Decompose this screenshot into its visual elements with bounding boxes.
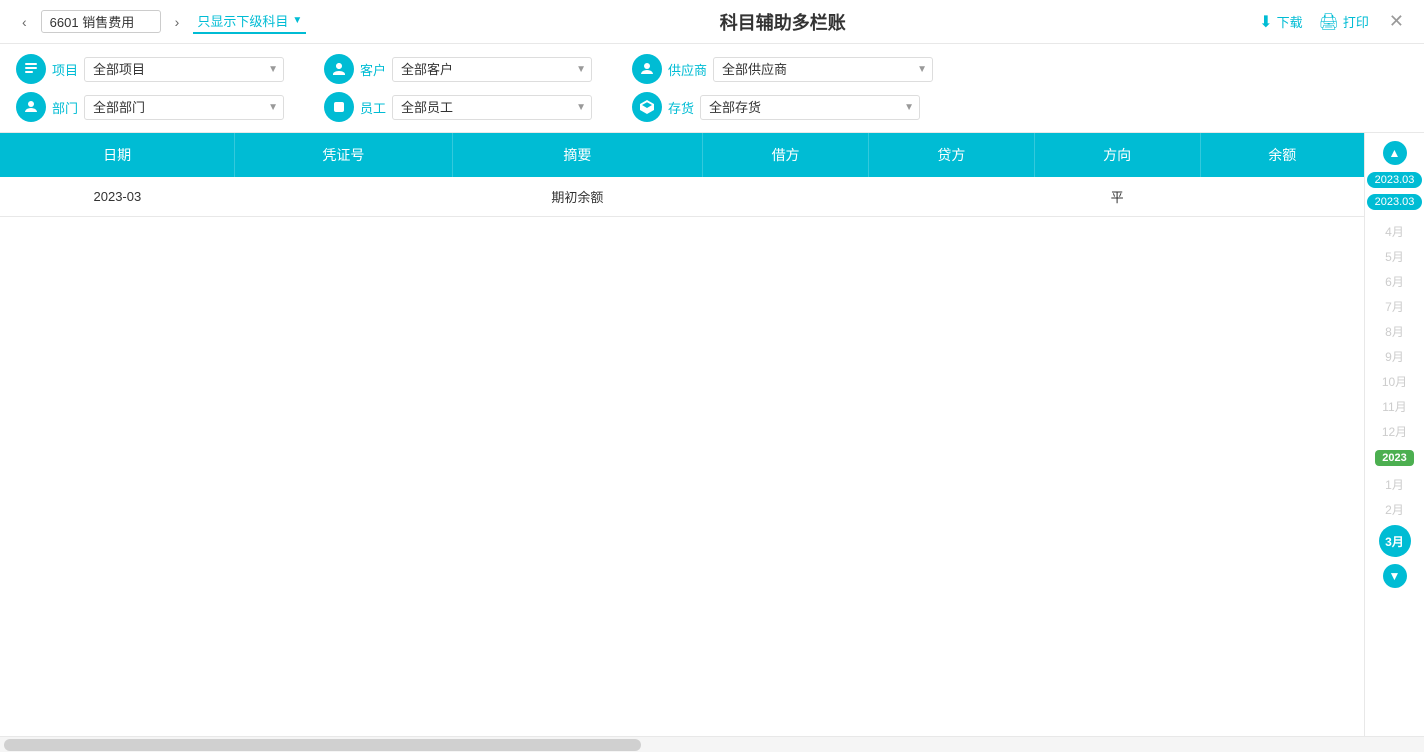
month-pill-2023-03-first[interactable]: 2023.03	[1367, 172, 1423, 188]
show-sub-button[interactable]: 只显示下级科目 ▼	[193, 9, 306, 34]
filter-supplier: 供应商 全部供应商 ▼	[632, 54, 933, 84]
employee-select[interactable]: 全部员工	[392, 95, 592, 120]
table-header-row: 日期 凭证号 摘要 借方 贷方 方向 余额	[0, 133, 1364, 177]
account-input[interactable]	[41, 10, 161, 33]
sidebar-month-4[interactable]: 4月	[1365, 219, 1424, 244]
customer-select[interactable]: 全部客户	[392, 57, 592, 82]
inventory-icon	[632, 92, 662, 122]
cell-balance	[1200, 177, 1364, 217]
cell-direction: 平	[1034, 177, 1200, 217]
download-icon: ⬇	[1259, 12, 1272, 32]
filter-customer: 客户 全部客户 ▼	[324, 54, 592, 84]
employee-select-wrapper: 全部员工 ▼	[392, 95, 592, 120]
department-icon	[16, 92, 46, 122]
col-summary: 摘要	[452, 133, 703, 177]
department-select[interactable]: 全部部门	[84, 95, 284, 120]
sidebar-month-11[interactable]: 11月	[1365, 394, 1424, 419]
filter-project: 项目 全部项目 ▼	[16, 54, 284, 84]
col-direction: 方向	[1034, 133, 1200, 177]
download-button[interactable]: ⬇ 下载	[1259, 12, 1302, 32]
employee-label: 员工	[360, 98, 386, 117]
title-left: ‹ › 只显示下级科目 ▼	[16, 9, 306, 34]
col-balance: 余额	[1200, 133, 1364, 177]
prev-account-btn[interactable]: ‹	[16, 12, 33, 32]
title-right: ⬇ 下载 🖨 打印 ✕	[1259, 11, 1408, 32]
supplier-label: 供应商	[668, 60, 707, 79]
sidebar-up-arrow[interactable]: ▲	[1383, 141, 1407, 165]
print-label: 打印	[1343, 12, 1369, 31]
department-select-wrapper: 全部部门 ▼	[84, 95, 284, 120]
filter-employee: 员工 全部员工 ▼	[324, 92, 592, 122]
col-voucher: 凭证号	[235, 133, 452, 177]
col-credit: 贷方	[868, 133, 1034, 177]
sidebar-year-badge: 2023	[1365, 444, 1424, 472]
sidebar-month-10[interactable]: 10月	[1365, 369, 1424, 394]
sidebar-month-7[interactable]: 7月	[1365, 294, 1424, 319]
project-select[interactable]: 全部项目	[84, 57, 284, 82]
filter-row-1: 项目 全部项目 ▼ 客户 全部客户 ▼	[16, 54, 1408, 84]
sidebar-down-arrow[interactable]: ▼	[1383, 564, 1407, 588]
sidebar-month-2[interactable]: 2月	[1365, 497, 1424, 522]
filter-bar: 项目 全部项目 ▼ 客户 全部客户 ▼	[0, 44, 1424, 133]
chevron-down-icon: ▼	[292, 15, 302, 26]
sidebar-month-12[interactable]: 12月	[1365, 419, 1424, 444]
project-select-wrapper: 全部项目 ▼	[84, 57, 284, 82]
sidebar-entry-2023-03-first[interactable]: 2023.03	[1365, 169, 1424, 191]
filter-row-2: 部门 全部部门 ▼ 员工 全部员工 ▼	[16, 92, 1408, 122]
customer-label: 客户	[360, 60, 386, 79]
next-account-btn[interactable]: ›	[169, 12, 186, 32]
sidebar-month-8[interactable]: 8月	[1365, 319, 1424, 344]
sidebar-month-1[interactable]: 1月	[1365, 472, 1424, 497]
cell-voucher	[235, 177, 452, 217]
supplier-select[interactable]: 全部供应商	[713, 57, 933, 82]
print-button[interactable]: 🖨 打印	[1319, 12, 1369, 32]
download-label: 下载	[1277, 12, 1303, 31]
main-content: 日期 凭证号 摘要 借方 贷方 方向 余额 2023-03 期初余额	[0, 133, 1424, 736]
print-icon: 🖨	[1319, 12, 1339, 32]
sidebar-month-9[interactable]: 9月	[1365, 344, 1424, 369]
right-sidebar: ▲ 2023.03 2023.03 4月 5月 6月 7月 8月 9月 10月 …	[1364, 133, 1424, 736]
inventory-label: 存货	[668, 98, 694, 117]
cell-date: 2023-03	[0, 177, 235, 217]
employee-icon	[324, 92, 354, 122]
supplier-icon	[632, 54, 662, 84]
sidebar-month-3-active[interactable]: 3月	[1365, 522, 1424, 560]
page-title: 科目辅助多栏账	[306, 9, 1259, 35]
inventory-select[interactable]: 全部存货	[700, 95, 920, 120]
filter-department: 部门 全部部门 ▼	[16, 92, 284, 122]
department-label: 部门	[52, 98, 78, 117]
cell-credit	[868, 177, 1034, 217]
show-sub-label: 只显示下级科目	[197, 11, 288, 30]
bottom-scrollbar-thumb[interactable]	[4, 739, 641, 751]
filter-inventory: 存货 全部存货 ▼	[632, 92, 920, 122]
month-pill-2023-03-second[interactable]: 2023.03	[1367, 194, 1423, 210]
sidebar-month-6[interactable]: 6月	[1365, 269, 1424, 294]
project-label: 项目	[52, 60, 78, 79]
main-window: ‹ › 只显示下级科目 ▼ 科目辅助多栏账 ⬇ 下载 🖨 打印 ✕	[0, 0, 1424, 752]
close-button[interactable]: ✕	[1385, 11, 1408, 32]
month-circle-3[interactable]: 3月	[1379, 525, 1411, 557]
ledger-table: 日期 凭证号 摘要 借方 贷方 方向 余额 2023-03 期初余额	[0, 133, 1364, 217]
col-date: 日期	[0, 133, 235, 177]
customer-select-wrapper: 全部客户 ▼	[392, 57, 592, 82]
sidebar-entry-2023-03-second[interactable]: 2023.03	[1365, 191, 1424, 213]
year-2023-badge: 2023	[1375, 450, 1413, 466]
bottom-scrollbar-area[interactable]	[0, 736, 1424, 752]
supplier-select-wrapper: 全部供应商 ▼	[713, 57, 933, 82]
sidebar-month-5[interactable]: 5月	[1365, 244, 1424, 269]
cell-summary: 期初余额	[452, 177, 703, 217]
cell-debit	[703, 177, 869, 217]
table-area[interactable]: 日期 凭证号 摘要 借方 贷方 方向 余额 2023-03 期初余额	[0, 133, 1364, 736]
inventory-select-wrapper: 全部存货 ▼	[700, 95, 920, 120]
table-row: 2023-03 期初余额 平	[0, 177, 1364, 217]
col-debit: 借方	[703, 133, 869, 177]
project-icon	[16, 54, 46, 84]
title-bar: ‹ › 只显示下级科目 ▼ 科目辅助多栏账 ⬇ 下载 🖨 打印 ✕	[0, 0, 1424, 44]
customer-icon	[324, 54, 354, 84]
